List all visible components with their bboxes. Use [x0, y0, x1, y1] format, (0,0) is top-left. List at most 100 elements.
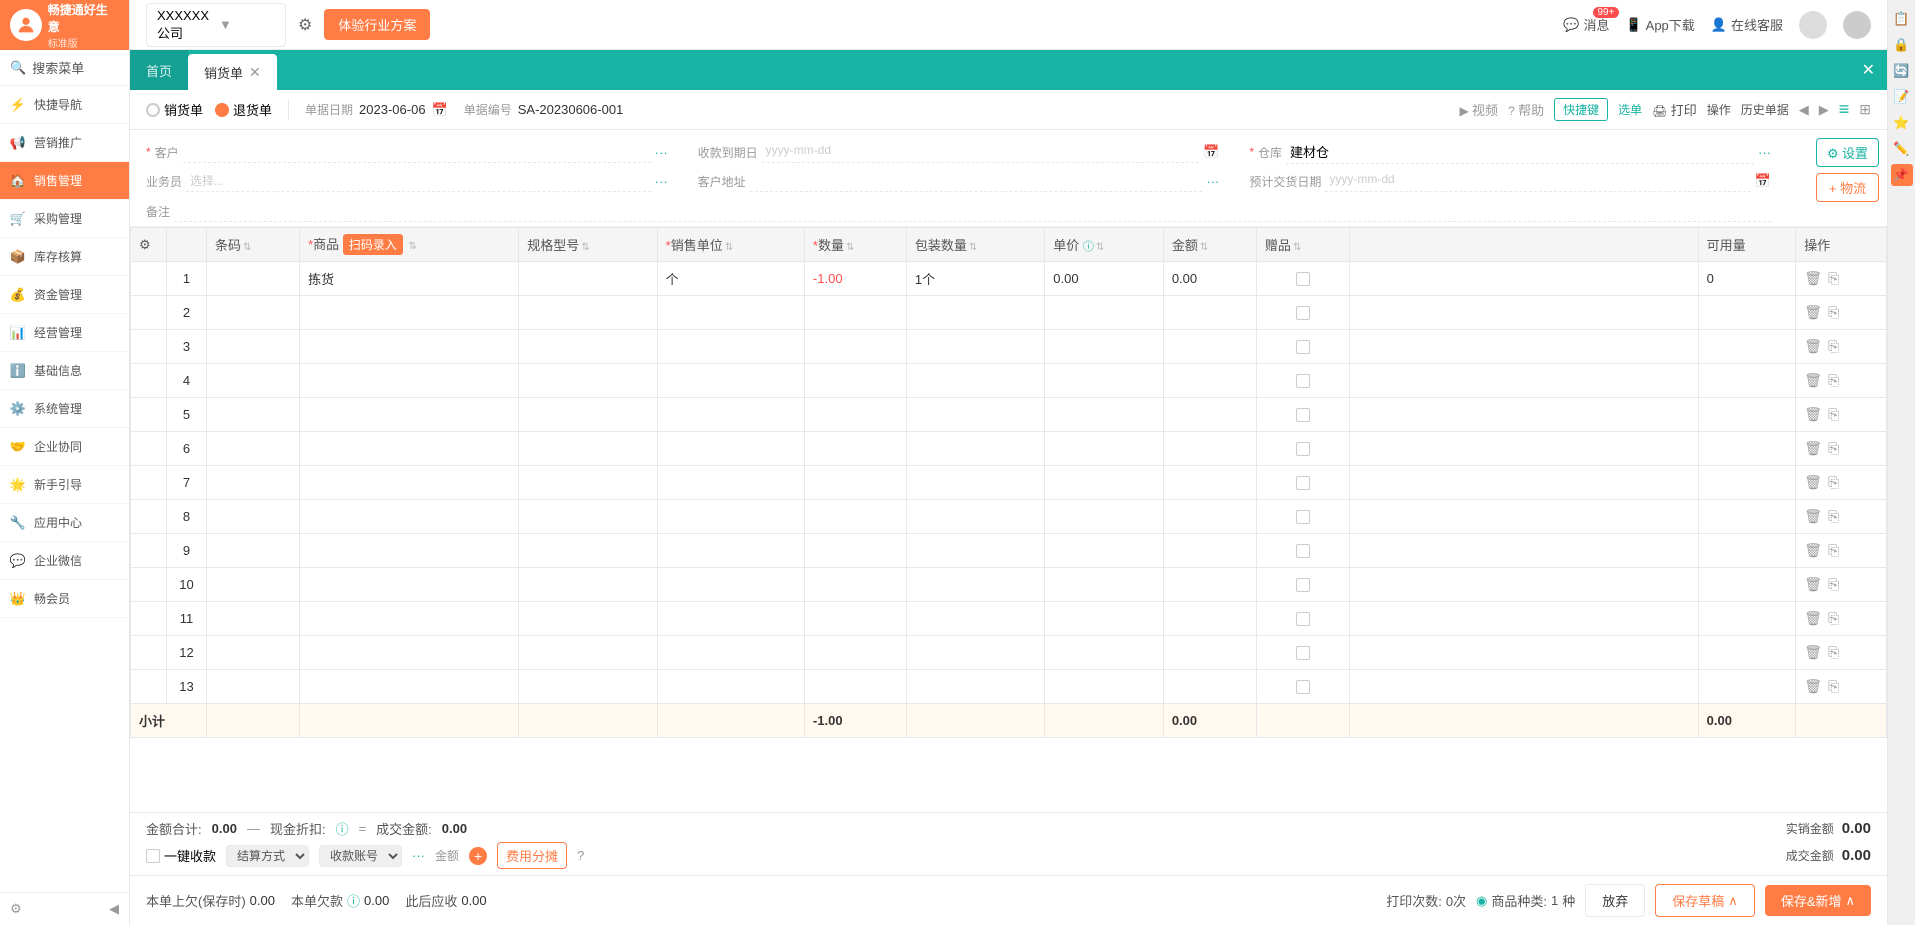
row-amount-cell[interactable]: [1163, 568, 1256, 602]
row-pack-qty-cell[interactable]: [906, 364, 1044, 398]
row-copy-btn[interactable]: ⎘: [1828, 508, 1839, 525]
row-pack-qty-cell[interactable]: [906, 500, 1044, 534]
sidebar-item-fund[interactable]: 💰 资金管理: [0, 276, 129, 314]
row-price-cell[interactable]: [1045, 296, 1164, 330]
row-pack-qty-cell[interactable]: [906, 670, 1044, 704]
row-spec-cell[interactable]: [519, 466, 657, 500]
row-qty-cell[interactable]: [804, 602, 906, 636]
sidebar-item-sales[interactable]: 🏠 销售管理: [0, 162, 129, 200]
row-amount-cell[interactable]: [1163, 602, 1256, 636]
right-panel-icon-3[interactable]: 📝: [1891, 86, 1913, 108]
row-copy-btn[interactable]: ⎘: [1828, 270, 1839, 287]
row-barcode-cell[interactable]: [207, 364, 300, 398]
row-pack-qty-cell[interactable]: [906, 602, 1044, 636]
print-btn[interactable]: 🖨 打印: [1652, 100, 1697, 119]
user-avatar2[interactable]: [1843, 11, 1871, 39]
row-amount-cell[interactable]: [1163, 534, 1256, 568]
cost-split-btn[interactable]: 费用分摊: [497, 842, 567, 869]
row-unit-cell[interactable]: [657, 568, 804, 602]
row-qty-cell[interactable]: [804, 296, 906, 330]
date-calendar-icon[interactable]: 📅: [432, 102, 448, 118]
app-download-btn[interactable]: 📱 App下载: [1625, 15, 1694, 34]
row-amount-cell[interactable]: [1163, 636, 1256, 670]
date-value[interactable]: 2023-06-06: [359, 102, 426, 117]
operation-btn[interactable]: 操作: [1707, 101, 1731, 118]
row-price-cell[interactable]: [1045, 636, 1164, 670]
right-panel-icon-1[interactable]: 🔒: [1891, 34, 1913, 56]
customer-address-input[interactable]: [750, 170, 1203, 192]
tab-close-icon[interactable]: ✕: [249, 64, 261, 81]
search-menu[interactable]: 🔍 搜索菜单: [0, 50, 129, 86]
right-panel-icon-2[interactable]: 🔄: [1891, 60, 1913, 82]
video-icon-area[interactable]: ▶ 视频: [1459, 100, 1498, 119]
row-spec-cell[interactable]: [519, 534, 657, 568]
salesperson-input[interactable]: 选择...: [186, 170, 651, 192]
row-qty-cell[interactable]: [804, 330, 906, 364]
row-qty-cell[interactable]: [804, 398, 906, 432]
row-pack-qty-cell[interactable]: [906, 398, 1044, 432]
row-qty-cell[interactable]: [804, 500, 906, 534]
row-price-cell[interactable]: [1045, 330, 1164, 364]
row-unit-cell[interactable]: [657, 364, 804, 398]
sidebar-item-info[interactable]: ℹ️ 基础信息: [0, 352, 129, 390]
row-spec-cell[interactable]: [519, 296, 657, 330]
remarks-input[interactable]: [174, 200, 1771, 222]
sidebar-collapse-icon[interactable]: ◀: [109, 901, 119, 917]
row-barcode-cell[interactable]: [207, 568, 300, 602]
discount-info-icon[interactable]: ⓘ: [336, 819, 349, 838]
row-pack-qty-cell[interactable]: [906, 466, 1044, 500]
tab-home[interactable]: 首页: [130, 50, 188, 90]
row-copy-btn[interactable]: ⎘: [1828, 678, 1839, 695]
row-delete-btn[interactable]: 🗑: [1804, 542, 1822, 559]
num-value[interactable]: SA-20230606-001: [518, 102, 624, 117]
discard-btn[interactable]: 放弃: [1585, 884, 1645, 917]
sidebar-item-marketing[interactable]: 📢 营销推广: [0, 124, 129, 162]
row-copy-btn[interactable]: ⎘: [1828, 440, 1839, 457]
row-product-cell[interactable]: [300, 398, 519, 432]
row-gift-cell[interactable]: [1256, 296, 1349, 330]
row-copy-btn[interactable]: ⎘: [1828, 406, 1839, 423]
row-delete-btn[interactable]: 🗑: [1804, 678, 1822, 695]
user-avatar[interactable]: [1799, 11, 1827, 39]
row-barcode-cell[interactable]: [207, 500, 300, 534]
nav-prev-icon[interactable]: ◀: [1799, 102, 1809, 118]
salesperson-more-icon[interactable]: ···: [655, 174, 668, 189]
row-price-cell[interactable]: [1045, 466, 1164, 500]
row-amount-cell[interactable]: [1163, 330, 1256, 364]
row-gift-cell[interactable]: [1256, 432, 1349, 466]
row-pack-qty-cell[interactable]: [906, 330, 1044, 364]
row-barcode-cell[interactable]: [207, 262, 300, 296]
row-unit-cell[interactable]: [657, 296, 804, 330]
row-amount-cell[interactable]: [1163, 364, 1256, 398]
row-delete-btn[interactable]: 🗑: [1804, 406, 1822, 423]
row-spec-cell[interactable]: [519, 262, 657, 296]
cost-split-help-icon[interactable]: ?: [577, 848, 584, 863]
row-pack-qty-cell[interactable]: [906, 568, 1044, 602]
company-selector[interactable]: XXXXXX公司 ▼: [146, 3, 286, 47]
row-amount-cell[interactable]: 0.00: [1163, 262, 1256, 296]
row-unit-cell[interactable]: [657, 466, 804, 500]
row-amount-cell[interactable]: [1163, 466, 1256, 500]
right-panel-icon-4[interactable]: ⭐: [1891, 112, 1913, 134]
row-copy-btn[interactable]: ⎘: [1828, 542, 1839, 559]
row-pack-qty-cell[interactable]: [906, 432, 1044, 466]
grid-view-icon[interactable]: ⊞: [1859, 101, 1871, 118]
row-price-cell[interactable]: [1045, 398, 1164, 432]
account-select[interactable]: 收款账号: [319, 845, 402, 867]
sidebar-item-system[interactable]: ⚙️ 系统管理: [0, 390, 129, 428]
row-gift-cell[interactable]: [1256, 330, 1349, 364]
nav-next-icon[interactable]: ▶: [1819, 102, 1829, 118]
radio-return[interactable]: 退货单: [215, 100, 272, 119]
row-spec-cell[interactable]: [519, 568, 657, 602]
row-copy-btn[interactable]: ⎘: [1828, 338, 1839, 355]
row-qty-cell[interactable]: [804, 670, 906, 704]
row-copy-btn[interactable]: ⎘: [1828, 644, 1839, 661]
row-unit-cell[interactable]: [657, 636, 804, 670]
row-price-cell[interactable]: 0.00: [1045, 262, 1164, 296]
settlement-method-select[interactable]: 结算方式: [226, 845, 309, 867]
row-amount-cell[interactable]: [1163, 670, 1256, 704]
row-unit-cell[interactable]: [657, 500, 804, 534]
row-product-cell[interactable]: [300, 602, 519, 636]
row-barcode-cell[interactable]: [207, 466, 300, 500]
payment-date-input[interactable]: yyyy-mm-dd: [762, 141, 1199, 163]
